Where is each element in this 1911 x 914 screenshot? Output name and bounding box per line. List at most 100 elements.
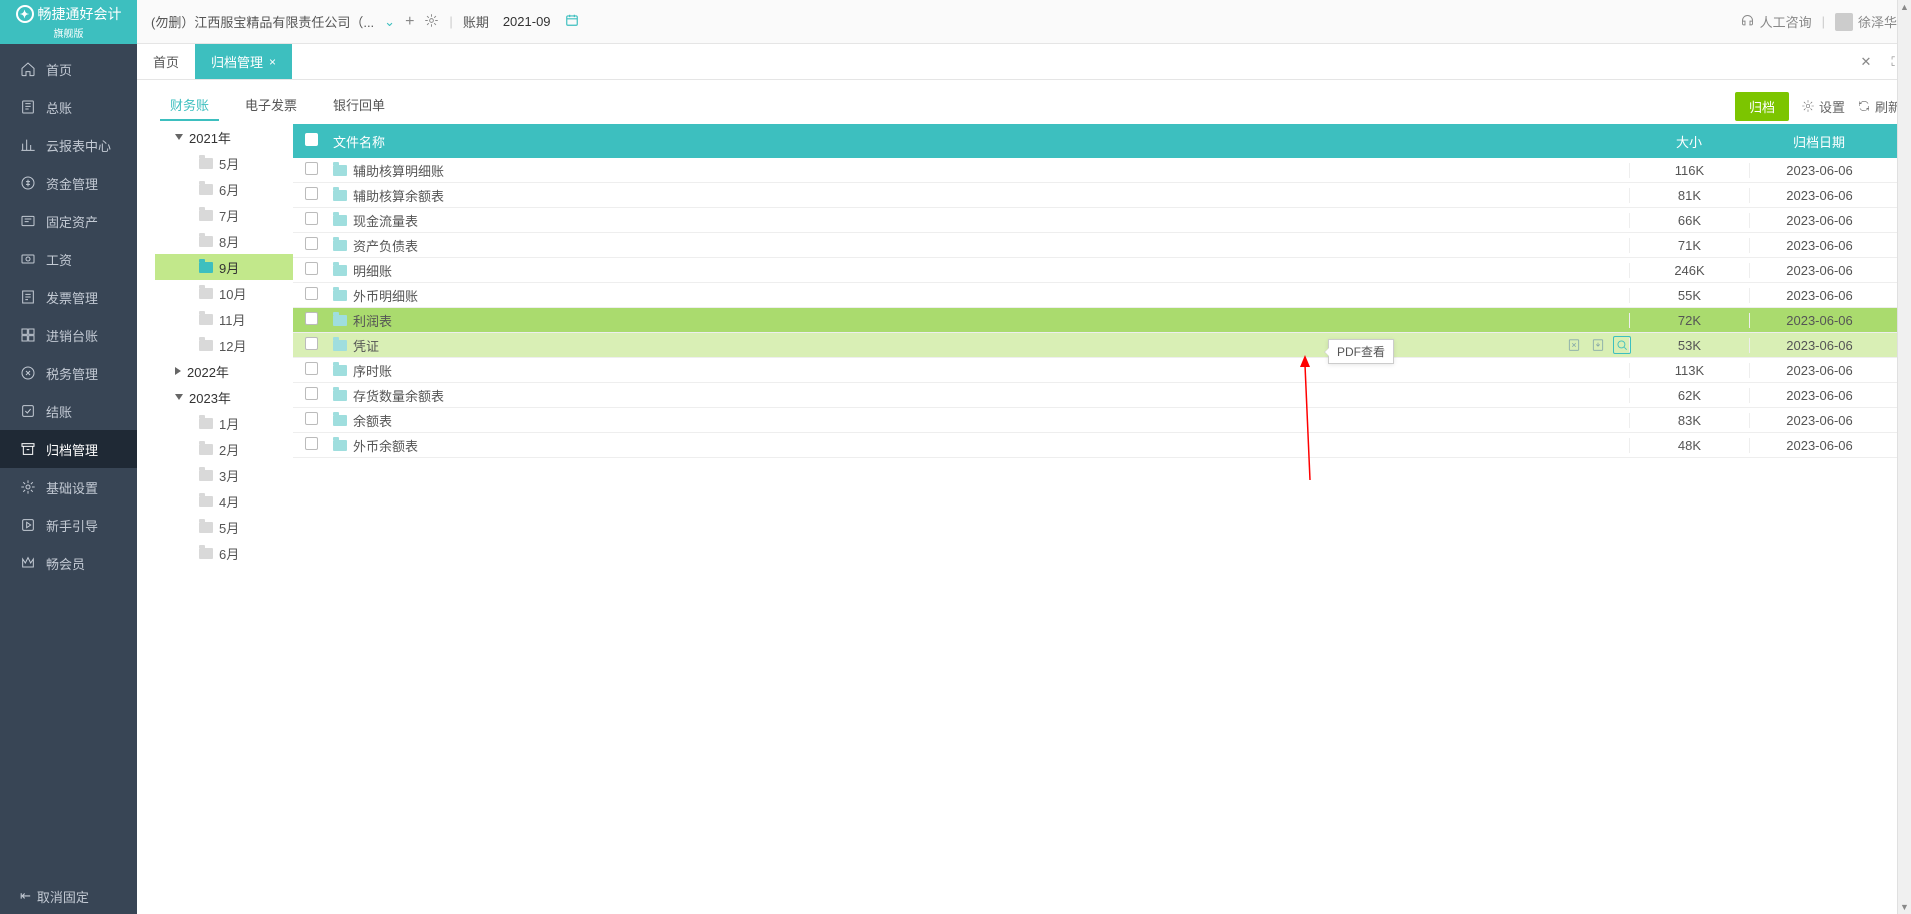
row-checkbox[interactable] [305, 437, 318, 450]
subtab-einvoice[interactable]: 电子发票 [227, 89, 315, 120]
nav-archive[interactable]: 归档管理 [0, 430, 137, 468]
row-checkbox[interactable] [305, 412, 318, 425]
row-checkbox[interactable] [305, 187, 318, 200]
invoice-icon [20, 289, 36, 305]
add-icon[interactable]: + [405, 13, 414, 31]
nav-tax[interactable]: 税务管理 [0, 354, 137, 392]
nav-inventory[interactable]: 进销台账 [0, 316, 137, 354]
nav-ledger[interactable]: 总账 [0, 88, 137, 126]
support-button[interactable]: 人工咨询 [1740, 12, 1812, 31]
tree-year-2022[interactable]: 2022年 [155, 358, 293, 384]
tree-month[interactable]: 8月 [155, 228, 293, 254]
nav-assets[interactable]: 固定资产 [0, 202, 137, 240]
nav-funds[interactable]: 资金管理 [0, 164, 137, 202]
subtabs: 财务账 电子发票 银行回单 [152, 92, 403, 120]
download-xls-icon[interactable] [1565, 336, 1583, 354]
table-row[interactable]: 外币明细账55K2023-06-06 [293, 283, 1901, 308]
download-pdf-icon[interactable] [1589, 336, 1607, 354]
nav-label: 云报表中心 [46, 136, 111, 155]
home-icon [20, 61, 36, 77]
table-row[interactable]: 明细账246K2023-06-06 [293, 258, 1901, 283]
row-checkbox[interactable] [305, 237, 318, 250]
table-row[interactable]: 辅助核算余额表81K2023-06-06 [293, 183, 1901, 208]
col-name[interactable]: 文件名称 [327, 132, 1629, 151]
table-row[interactable]: 资产负债表71K2023-06-06 [293, 233, 1901, 258]
nav-reports[interactable]: 云报表中心 [0, 126, 137, 164]
logo[interactable]: ✦ 畅捷通好会计 旗舰版 [0, 0, 137, 44]
close-period-icon [20, 403, 36, 419]
row-checkbox[interactable] [305, 387, 318, 400]
row-checkbox[interactable] [305, 312, 318, 325]
folder-icon [333, 265, 347, 276]
tab-archive[interactable]: 归档管理 × [195, 44, 292, 79]
scroll-up-icon[interactable]: ▲ [1898, 0, 1911, 14]
table-row-selected[interactable]: 利润表72K2023-06-06 [293, 308, 1901, 333]
tree-year-2021[interactable]: 2021年 [155, 124, 293, 150]
tree-month[interactable]: 5月 [155, 514, 293, 540]
table-row[interactable]: 序时账113K2023-06-06 [293, 358, 1901, 383]
unpin-button[interactable]: ⇤ 取消固定 [0, 878, 137, 914]
tree-month[interactable]: 7月 [155, 202, 293, 228]
tree-month[interactable]: 6月 [155, 540, 293, 566]
row-checkbox[interactable] [305, 337, 318, 350]
table-row[interactable]: 存货数量余额表62K2023-06-06 [293, 383, 1901, 408]
tree-month[interactable]: 3月 [155, 462, 293, 488]
tree-month-active[interactable]: 9月 [155, 254, 293, 280]
tree-month[interactable]: 10月 [155, 280, 293, 306]
table-row[interactable]: 余额表83K2023-06-06 [293, 408, 1901, 433]
calendar-icon[interactable] [565, 13, 579, 30]
tree-month[interactable]: 2月 [155, 436, 293, 462]
table-row[interactable]: 现金流量表66K2023-06-06 [293, 208, 1901, 233]
headset-icon [1740, 13, 1755, 31]
tree-year-2023[interactable]: 2023年 [155, 384, 293, 410]
folder-icon [199, 236, 213, 247]
archive-button[interactable]: 归档 [1735, 92, 1789, 121]
row-checkbox[interactable] [305, 262, 318, 275]
col-date[interactable]: 归档日期 [1749, 132, 1889, 151]
toolbar: 归档 设置 刷新 [1735, 92, 1901, 120]
salary-icon [20, 251, 36, 267]
cloud-icon: ✦ [16, 5, 34, 23]
row-checkbox[interactable] [305, 162, 318, 175]
row-checkbox[interactable] [305, 362, 318, 375]
tree-month[interactable]: 11月 [155, 306, 293, 332]
company-selector[interactable]: (勿删）江西服宝精品有限责任公司（... [151, 12, 374, 31]
user-menu[interactable]: 徐泽华 [1835, 12, 1897, 31]
folder-icon [333, 415, 347, 426]
scroll-down-icon[interactable]: ▼ [1898, 900, 1911, 914]
subtab-financial[interactable]: 财务账 [152, 89, 227, 120]
nav-guide[interactable]: 新手引导 [0, 506, 137, 544]
col-size[interactable]: 大小 [1629, 132, 1749, 151]
nav-settings[interactable]: 基础设置 [0, 468, 137, 506]
row-checkbox[interactable] [305, 287, 318, 300]
table-row[interactable]: 辅助核算明细账116K2023-06-06 [293, 158, 1901, 183]
view-pdf-icon[interactable] [1613, 336, 1631, 354]
nav-salary[interactable]: 工资 [0, 240, 137, 278]
tab-home[interactable]: 首页 [137, 44, 195, 79]
tree-month[interactable]: 4月 [155, 488, 293, 514]
vertical-scrollbar[interactable]: ▲ ▼ [1897, 0, 1911, 914]
settings-icon[interactable] [424, 13, 439, 31]
tree-month[interactable]: 1月 [155, 410, 293, 436]
row-checkbox[interactable] [305, 212, 318, 225]
nav-invoice[interactable]: 发票管理 [0, 278, 137, 316]
nav-close[interactable]: 结账 [0, 392, 137, 430]
nav-home[interactable]: 首页 [0, 50, 137, 88]
tree-month[interactable]: 12月 [155, 332, 293, 358]
tree-month[interactable]: 6月 [155, 176, 293, 202]
period-value[interactable]: 2021-09 [503, 14, 551, 29]
table-row[interactable]: 外币余额表48K2023-06-06 [293, 433, 1901, 458]
select-all-checkbox[interactable] [305, 133, 318, 146]
close-icon[interactable]: × [269, 55, 276, 69]
refresh-link[interactable]: 刷新 [1857, 97, 1901, 116]
folder-icon [199, 210, 213, 221]
nav-member[interactable]: 畅会员 [0, 544, 137, 582]
settings-link[interactable]: 设置 [1801, 97, 1845, 116]
folder-icon [199, 444, 213, 455]
close-all-icon[interactable]: ✕ [1851, 44, 1881, 79]
tree-month[interactable]: 5月 [155, 150, 293, 176]
chevron-down-icon[interactable]: ⌄ [384, 14, 395, 30]
subtab-bank[interactable]: 银行回单 [315, 89, 403, 120]
table-row-hover[interactable]: 凭证 53K 2023-06-06 [293, 333, 1901, 358]
user-name: 徐泽华 [1858, 12, 1897, 31]
